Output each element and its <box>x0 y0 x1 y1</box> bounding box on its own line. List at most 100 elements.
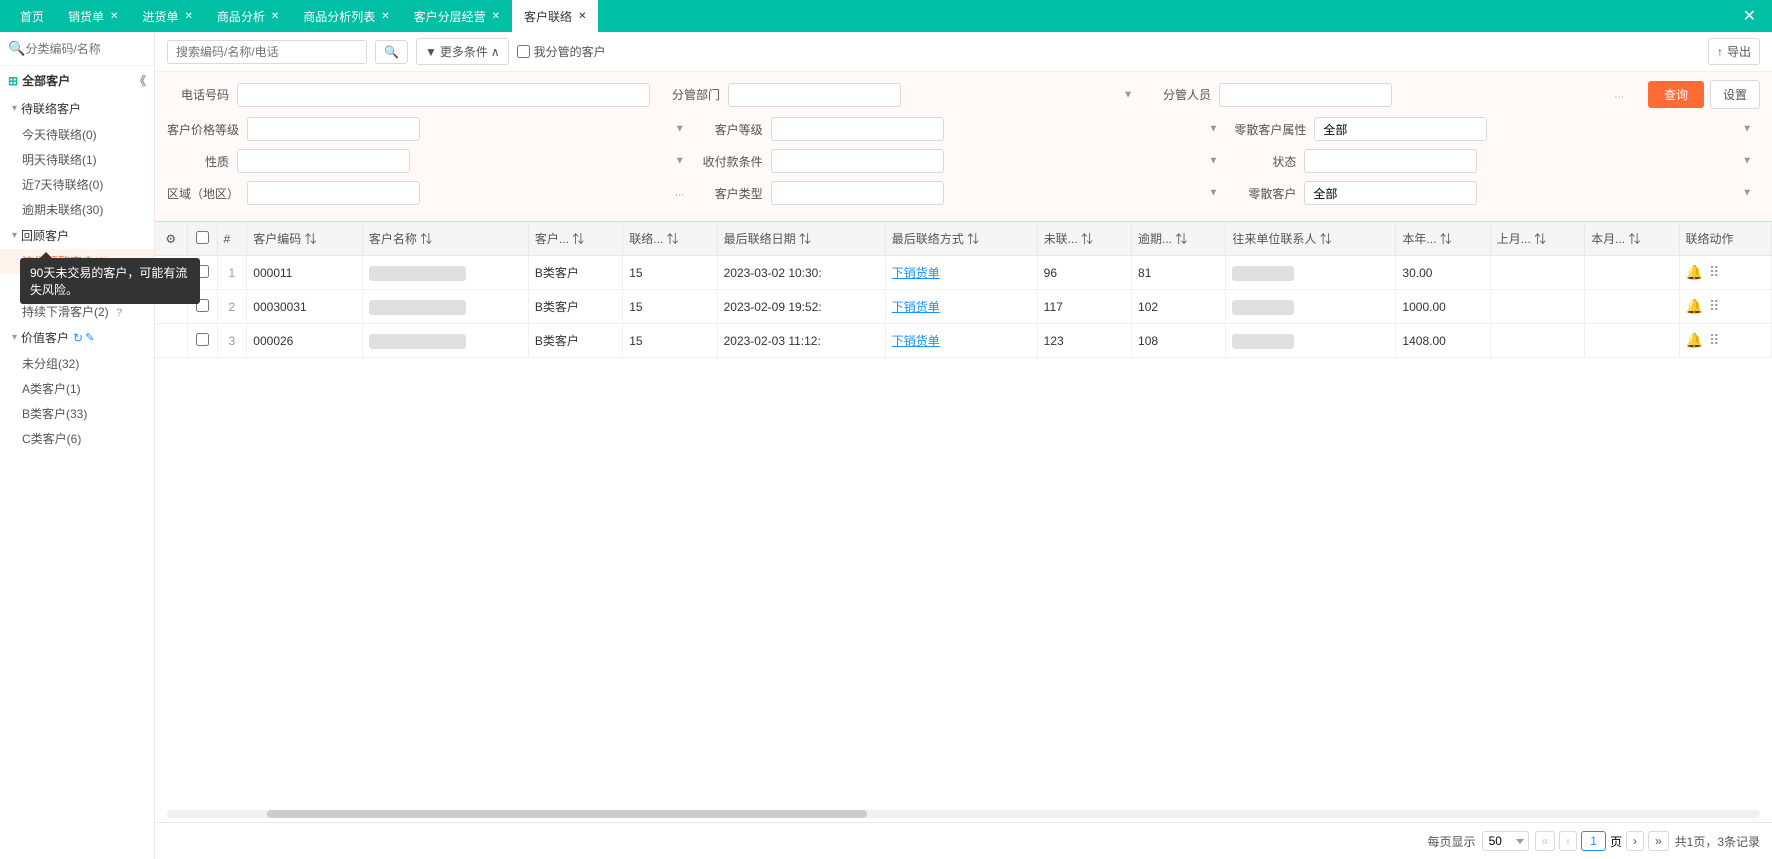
page-size-select[interactable]: 50 100 200 <box>1482 831 1529 851</box>
sidebar-item-tomorrow-contact[interactable]: 明天待联络(1) <box>0 147 154 172</box>
department-input[interactable] <box>728 83 901 107</box>
sidebar-group-pending[interactable]: ▾ 待联络客户 <box>0 95 154 122</box>
table-scrollbar[interactable] <box>167 810 1760 818</box>
payment-input[interactable] <box>771 149 944 173</box>
caret-icon: … <box>1614 89 1624 100</box>
row-checkbox[interactable] <box>196 333 209 346</box>
th-uncontacted[interactable]: 未联... ⇅ <box>1037 222 1131 256</box>
th-overdue[interactable]: 逾期... ⇅ <box>1132 222 1226 256</box>
staff-input[interactable] <box>1219 83 1392 107</box>
sidebar-item-ungroup[interactable]: 未分组(32) <box>0 351 154 376</box>
th-contact[interactable]: 联络... ⇅ <box>623 222 717 256</box>
region-input[interactable] <box>247 181 420 205</box>
th-last-contact-type[interactable]: 最后联络方式 ⇅ <box>885 222 1037 256</box>
grid-action-icon[interactable]: ⠿ <box>1709 298 1719 315</box>
my-customers-checkbox-label[interactable]: 我分管的客户 <box>517 43 606 60</box>
my-customers-checkbox[interactable] <box>517 45 530 58</box>
table-scrollbar-thumb[interactable] <box>267 810 867 818</box>
grid-action-icon[interactable]: ⠿ <box>1709 332 1719 349</box>
th-last-contact-date[interactable]: 最后联络日期 ⇅ <box>717 222 885 256</box>
close-icon[interactable]: ✕ <box>492 11 500 22</box>
th-name[interactable]: 客户名称 ⇅ <box>362 222 528 256</box>
grid-action-icon[interactable]: ⠿ <box>1709 264 1719 281</box>
filter-search-button[interactable]: 🔍 <box>375 40 408 64</box>
filter-field-staff: 分管人员 … <box>1149 83 1632 107</box>
window-close-button[interactable]: ✕ <box>1735 6 1764 26</box>
zero-customer-input[interactable] <box>1304 181 1477 205</box>
th-last-month[interactable]: 上月... ⇅ <box>1490 222 1584 256</box>
th-code[interactable]: 客户编码 ⇅ <box>247 222 363 256</box>
td-checkbox[interactable] <box>187 256 217 290</box>
th-unit-contact[interactable]: 往来单位联系人 ⇅ <box>1226 222 1396 256</box>
th-this-month[interactable]: 本月... ⇅ <box>1585 222 1679 256</box>
close-icon[interactable]: ✕ <box>271 11 279 22</box>
th-checkbox[interactable] <box>187 222 217 256</box>
export-button[interactable]: ↑ 导出 <box>1708 38 1760 65</box>
td-num: 2 <box>217 290 247 324</box>
customer-type-input[interactable] <box>771 181 944 205</box>
nav-tab-analysis-list[interactable]: 商品分析列表 ✕ <box>291 0 401 32</box>
th-category[interactable]: 客户... ⇅ <box>528 222 622 256</box>
customer-level-input[interactable] <box>771 117 944 141</box>
filter-row-4: 区域（地区） … 客户类型 ▼ 零散客户 <box>167 181 1760 205</box>
sidebar-item-today-contact[interactable]: 今天待联络(0) <box>0 122 154 147</box>
td-last-contact-type[interactable]: 下销货单 <box>885 324 1037 358</box>
caret-icon: ▼ <box>1742 124 1752 135</box>
sidebar-item-declining[interactable]: 持续下滑客户(2) ? <box>0 299 154 324</box>
nav-tab-customer-connect[interactable]: 客户联络 ✕ <box>512 0 598 32</box>
phone-input[interactable] <box>237 83 650 107</box>
sidebar-search-input[interactable] <box>25 42 155 56</box>
td-checkbox[interactable] <box>187 290 217 324</box>
close-icon[interactable]: ✕ <box>110 11 118 22</box>
prev-page-button[interactable]: ‹ <box>1559 831 1577 851</box>
td-last-contact-type[interactable]: 下销货单 <box>885 290 1037 324</box>
settings-button[interactable]: 设置 <box>1710 80 1760 109</box>
phone-action-icon[interactable]: 🔔 <box>1686 298 1703 315</box>
row-checkbox[interactable] <box>196 299 209 312</box>
more-conditions-button[interactable]: ▼ 更多条件 ∧ <box>416 38 509 65</box>
sidebar-item-week-contact[interactable]: 近7天待联络(0) <box>0 172 154 197</box>
filter-search-input[interactable] <box>167 40 367 64</box>
nav-tab-sales[interactable]: 销货单 ✕ <box>56 0 130 32</box>
sidebar-item-churned[interactable]: 已流失客户(24) ? <box>0 274 154 299</box>
nature-input[interactable] <box>237 149 410 173</box>
first-page-button[interactable]: « <box>1535 831 1556 851</box>
search-icon: 🔍 <box>384 45 399 59</box>
td-contact: 15 <box>623 324 717 358</box>
zero-attr-input[interactable] <box>1314 117 1487 141</box>
close-icon[interactable]: ✕ <box>184 11 192 22</box>
close-icon[interactable]: ✕ <box>381 11 389 22</box>
td-unit-contact: ███ <box>1226 324 1396 358</box>
th-settings[interactable]: ⚙ <box>155 222 187 256</box>
sidebar-item-churn-warning[interactable]: 流失预警客户(3) ● <box>0 249 154 274</box>
nav-tab-purchase[interactable]: 进货单 ✕ <box>130 0 204 32</box>
th-this-year[interactable]: 本年... ⇅ <box>1396 222 1490 256</box>
next-page-button[interactable]: › <box>1626 831 1644 851</box>
td-settings <box>155 324 187 358</box>
sidebar-item-b-class[interactable]: B类客户(33) <box>0 401 154 426</box>
sidebar-item-c-class[interactable]: C类客户(6) <box>0 426 154 451</box>
all-customers-header[interactable]: ⊞ 全部客户 《 <box>0 66 154 95</box>
dots-icon: … <box>675 188 685 199</box>
status-input[interactable] <box>1304 149 1477 173</box>
td-checkbox[interactable] <box>187 324 217 358</box>
refresh-icon[interactable]: ↻ <box>73 331 83 345</box>
row-checkbox[interactable] <box>196 265 209 278</box>
sidebar-item-overdue-contact[interactable]: 逾期未联络(30) <box>0 197 154 222</box>
select-all-checkbox[interactable] <box>196 231 209 244</box>
query-button[interactable]: 查询 <box>1648 81 1704 108</box>
sidebar-group-review[interactable]: ▾ 回顾客户 <box>0 222 154 249</box>
sidebar-item-a-class[interactable]: A类客户(1) <box>0 376 154 401</box>
td-last-contact-type[interactable]: 下销货单 <box>885 256 1037 290</box>
nav-tab-customer-tier[interactable]: 客户分层经营 ✕ <box>402 0 512 32</box>
close-icon[interactable]: ✕ <box>578 11 586 22</box>
price-level-input[interactable] <box>247 117 420 141</box>
edit-icon[interactable]: ✎ <box>85 331 94 344</box>
last-page-button[interactable]: » <box>1648 831 1669 851</box>
sidebar-group-value[interactable]: ▾ 价值客户 ↻ ✎ <box>0 324 154 351</box>
phone-action-icon[interactable]: 🔔 <box>1686 332 1703 349</box>
phone-action-icon[interactable]: 🔔 <box>1686 264 1703 281</box>
advanced-filter-panel: 电话号码 分管部门 ▼ 分管人员 … <box>155 72 1772 222</box>
nav-tab-home[interactable]: 首页 <box>8 8 56 25</box>
nav-tab-analysis[interactable]: 商品分析 ✕ <box>205 0 291 32</box>
